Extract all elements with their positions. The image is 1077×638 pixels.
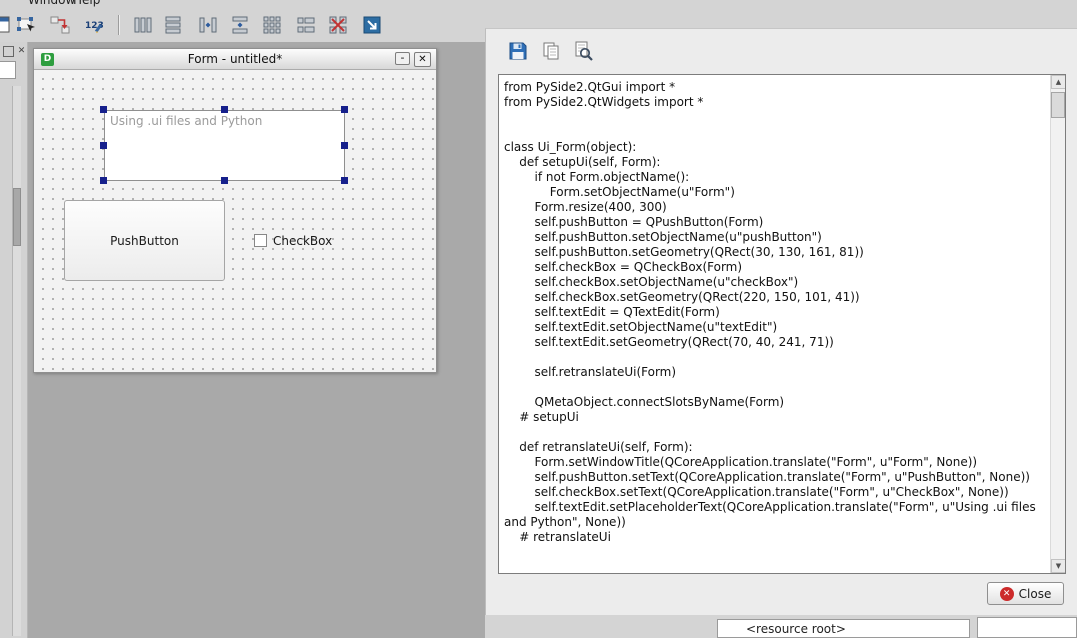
adjust-size-icon[interactable] (360, 12, 384, 38)
code-line: Form.setWindowTitle(QCoreApplication.tra… (504, 455, 1048, 470)
copy-icon[interactable] (538, 38, 563, 63)
new-form-icon[interactable] (0, 12, 13, 38)
main-toolbar: 123 (0, 8, 485, 42)
close-dialog-button[interactable]: ✕ Close (987, 582, 1064, 605)
form-canvas[interactable]: Using .ui files and Python PushButton Ch… (34, 70, 436, 372)
widget-filter-input[interactable] (0, 61, 16, 79)
dock-float-icon[interactable] (3, 46, 14, 57)
checkbox-label: CheckBox (273, 234, 332, 248)
edit-tab-order-icon[interactable]: 123 (82, 12, 106, 38)
dock-scrollbar[interactable] (12, 86, 21, 636)
code-line: self.textEdit = QTextEdit(Form) (504, 305, 1048, 320)
pushbutton-label: PushButton (110, 234, 179, 248)
code-line: from PySide2.QtGui import * (504, 80, 1048, 95)
selection-handle-bottom-right[interactable] (341, 177, 348, 184)
code-line: self.textEdit.setPlaceholderText(QCoreAp… (504, 500, 1048, 515)
form-editor-window[interactable]: D Form - untitled* - ✕ Using .ui files a… (33, 48, 437, 373)
lay-out-horizontally-in-splitter-icon[interactable] (196, 12, 220, 38)
code-line: if not Form.objectName(): (504, 170, 1048, 185)
code-line: # setupUi (504, 410, 1048, 425)
code-line: def setupUi(self, Form): (504, 155, 1048, 170)
dock-scrollbar-thumb[interactable] (13, 188, 21, 246)
generated-python-code: from PySide2.QtGui import *from PySide2.… (504, 80, 1048, 545)
close-window-button[interactable]: ✕ (414, 52, 431, 67)
code-scrollbar-thumb[interactable] (1051, 92, 1065, 118)
code-line (504, 380, 1048, 395)
menu-window[interactable]: Window (28, 0, 75, 7)
scroll-up-icon[interactable]: ▲ (1051, 75, 1066, 89)
edit-signals-slots-icon[interactable] (48, 12, 72, 38)
menu-help[interactable]: Help (73, 0, 100, 7)
code-line: and Python", None)) (504, 515, 1048, 530)
code-line: Form.resize(400, 300) (504, 200, 1048, 215)
break-layout-icon[interactable] (326, 12, 350, 38)
code-line: self.pushButton.setGeometry(QRect(30, 13… (504, 245, 1048, 260)
selection-handle-top-right[interactable] (341, 106, 348, 113)
checkbox-indicator[interactable] (254, 234, 267, 247)
selection-handle-middle-left[interactable] (100, 142, 107, 149)
code-line (504, 350, 1048, 365)
close-x-icon: ✕ (1000, 587, 1014, 601)
code-line (504, 125, 1048, 140)
code-line: def retranslateUi(self, Form): (504, 440, 1048, 455)
code-line (504, 110, 1048, 125)
code-line: self.checkBox.setText(QCoreApplication.t… (504, 485, 1048, 500)
save-icon[interactable] (505, 38, 530, 63)
textedit-placeholder: Using .ui files and Python (105, 111, 344, 131)
textedit-widget[interactable]: Using .ui files and Python (104, 110, 345, 181)
selection-handle-top-center[interactable] (221, 106, 228, 113)
resource-root-label: <resource root> (746, 622, 846, 636)
code-preview-dialog: from PySide2.QtGui import *from PySide2.… (485, 28, 1077, 615)
code-scrollbar[interactable]: ▲ ▼ (1050, 75, 1065, 573)
code-line: class Ui_Form(object): (504, 140, 1048, 155)
find-icon[interactable] (570, 38, 595, 63)
code-line: self.checkBox.setObjectName(u"checkBox") (504, 275, 1048, 290)
menubar: Window Help (0, 0, 1077, 8)
form-window-title: Form - untitled* (34, 52, 436, 66)
code-line: self.checkBox = QCheckBox(Form) (504, 260, 1048, 275)
lay-out-vertically-in-splitter-icon[interactable] (228, 12, 252, 38)
minimize-button[interactable]: - (395, 52, 410, 65)
lay-out-in-form-layout-icon[interactable] (294, 12, 318, 38)
widget-box-dock: ✕ (0, 42, 28, 638)
code-line: self.pushButton.setObjectName(u"pushButt… (504, 230, 1048, 245)
checkbox-widget[interactable]: CheckBox (254, 220, 355, 261)
code-line: self.pushButton.setText(QCoreApplication… (504, 470, 1048, 485)
lay-out-in-grid-icon[interactable] (260, 12, 284, 38)
code-line: Form.setObjectName(u"Form") (504, 185, 1048, 200)
dock-close-icon[interactable]: ✕ (16, 46, 27, 57)
code-line: from PySide2.QtWidgets import * (504, 95, 1048, 110)
lay-out-horizontally-icon[interactable] (131, 12, 155, 38)
selection-handle-bottom-left[interactable] (100, 177, 107, 184)
close-button-label: Close (1019, 587, 1052, 601)
selection-handle-top-left[interactable] (100, 106, 107, 113)
edit-widgets-icon[interactable] (14, 12, 38, 38)
code-line: self.pushButton = QPushButton(Form) (504, 215, 1048, 230)
selection-handle-bottom-center[interactable] (221, 177, 228, 184)
code-line: self.textEdit.setGeometry(QRect(70, 40, … (504, 335, 1048, 350)
code-line (504, 425, 1048, 440)
code-view[interactable]: from PySide2.QtGui import *from PySide2.… (498, 74, 1066, 574)
scroll-down-icon[interactable]: ▼ (1051, 559, 1066, 573)
code-line: self.retranslateUi(Form) (504, 365, 1048, 380)
code-line: self.textEdit.setObjectName(u"textEdit") (504, 320, 1048, 335)
code-line: # retranslateUi (504, 530, 1048, 545)
form-window-titlebar[interactable]: D Form - untitled* - ✕ (34, 49, 436, 70)
code-line: QMetaObject.connectSlotsByName(Form) (504, 395, 1048, 410)
resource-root-item[interactable]: <resource root> (717, 619, 970, 638)
resource-side-panel[interactable] (977, 617, 1077, 638)
toolbar-separator (118, 15, 120, 35)
pushbutton-widget[interactable]: PushButton (64, 200, 225, 281)
lay-out-vertically-icon[interactable] (161, 12, 185, 38)
code-line: self.checkBox.setGeometry(QRect(220, 150… (504, 290, 1048, 305)
selection-handle-middle-right[interactable] (341, 142, 348, 149)
